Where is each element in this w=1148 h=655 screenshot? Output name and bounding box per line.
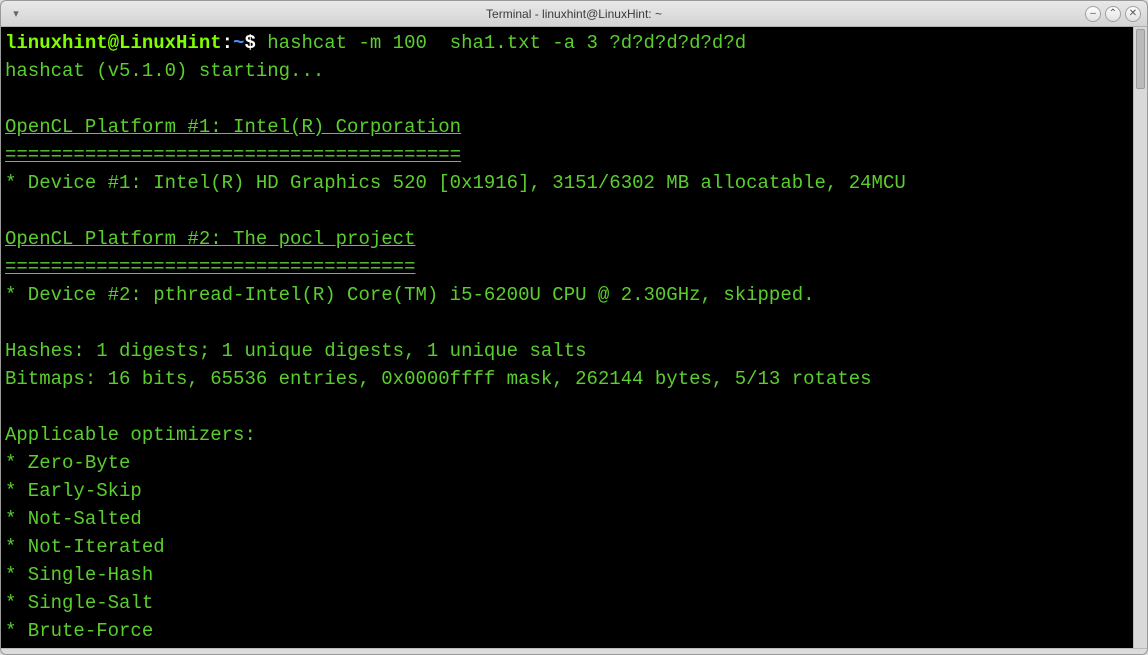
prompt-dollar: $ — [244, 32, 255, 54]
terminal-window: ▾ Terminal - linuxhint@LinuxHint: ~ – ⌃ … — [0, 0, 1148, 655]
minimize-button[interactable]: – — [1085, 6, 1101, 22]
app-menu-icon[interactable]: ▾ — [9, 7, 23, 21]
prompt-path: ~ — [233, 32, 244, 54]
prompt-user: linuxhint@LinuxHint — [5, 32, 222, 54]
platform1-sep: ======================================== — [5, 144, 461, 166]
optimizer-item: * Early-Skip — [5, 480, 142, 502]
prompt-line: linuxhint@LinuxHint:~$ hashcat -m 100 sh… — [5, 32, 746, 54]
window-bottom-border — [1, 648, 1147, 654]
optimizers-header: Applicable optimizers: — [5, 424, 256, 446]
window-controls: – ⌃ ✕ — [1085, 6, 1141, 22]
terminal-content[interactable]: linuxhint@LinuxHint:~$ hashcat -m 100 sh… — [1, 27, 1133, 648]
titlebar[interactable]: ▾ Terminal - linuxhint@LinuxHint: ~ – ⌃ … — [1, 1, 1147, 27]
command-input: hashcat -m 100 sha1.txt -a 3 ?d?d?d?d?d?… — [256, 32, 746, 54]
maximize-button[interactable]: ⌃ — [1105, 6, 1121, 22]
optimizer-item: * Single-Salt — [5, 592, 153, 614]
optimizer-item: * Not-Salted — [5, 508, 142, 530]
optimizer-item: * Brute-Force — [5, 620, 153, 642]
optimizer-item: * Zero-Byte — [5, 452, 130, 474]
platform2-header: OpenCL Platform #2: The pocl project — [5, 228, 415, 250]
terminal-area-wrap: linuxhint@LinuxHint:~$ hashcat -m 100 sh… — [1, 27, 1147, 648]
window-title: Terminal - linuxhint@LinuxHint: ~ — [1, 7, 1147, 21]
bitmaps-line: Bitmaps: 16 bits, 65536 entries, 0x0000f… — [5, 368, 872, 390]
output-line: hashcat (v5.1.0) starting... — [5, 60, 324, 82]
hashes-line: Hashes: 1 digests; 1 unique digests, 1 u… — [5, 340, 587, 362]
platform2-sep: ==================================== — [5, 256, 415, 278]
device1-line: * Device #1: Intel(R) HD Graphics 520 [0… — [5, 172, 906, 194]
platform1-header: OpenCL Platform #1: Intel(R) Corporation — [5, 116, 461, 138]
close-button[interactable]: ✕ — [1125, 6, 1141, 22]
prompt-colon: : — [222, 32, 233, 54]
scrollbar[interactable] — [1133, 27, 1147, 648]
optimizer-item: * Not-Iterated — [5, 536, 165, 558]
scroll-thumb[interactable] — [1136, 29, 1145, 89]
optimizer-item: * Single-Hash — [5, 564, 153, 586]
device2-line: * Device #2: pthread-Intel(R) Core(TM) i… — [5, 284, 815, 306]
